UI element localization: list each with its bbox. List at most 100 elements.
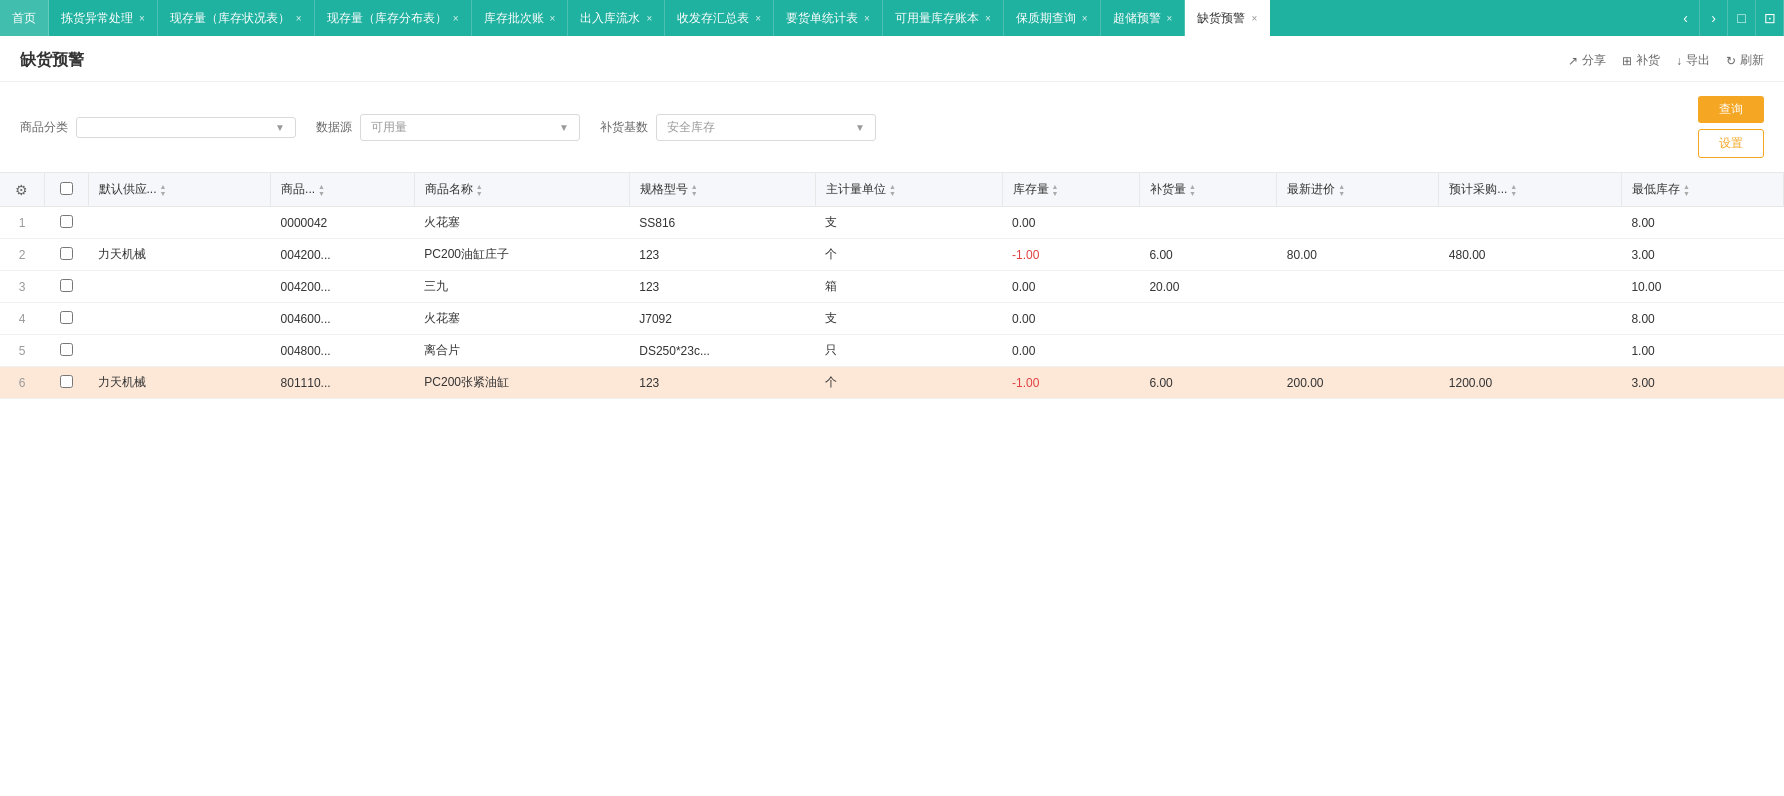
sort-product_code[interactable]: 商品...▲▼ bbox=[281, 181, 404, 198]
cell-est_purchase: 1200.00 bbox=[1439, 367, 1622, 399]
tab-inout-flow[interactable]: 出入库流水 × bbox=[568, 0, 665, 36]
cell-latest_price bbox=[1277, 207, 1439, 239]
col-header-min_inventory[interactable]: 最低库存▲▼ bbox=[1621, 173, 1783, 207]
tab-prev-btn[interactable]: ‹ bbox=[1672, 0, 1700, 36]
tab-label-abnormal: 拣货异常处理 bbox=[61, 10, 133, 27]
replenish-base-select[interactable]: 安全库存 ▼ bbox=[656, 114, 876, 141]
setting-button[interactable]: 设置 bbox=[1698, 129, 1764, 158]
tab-home[interactable]: 首页 bbox=[0, 0, 49, 36]
tab-abnormal[interactable]: 拣货异常处理 × bbox=[49, 0, 158, 36]
col-header-default_supplier[interactable]: 默认供应...▲▼ bbox=[88, 173, 271, 207]
cell-min_inventory: 3.00 bbox=[1621, 367, 1783, 399]
sort-min_inventory[interactable]: 最低库存▲▼ bbox=[1632, 181, 1773, 198]
tab-inventory-dist[interactable]: 现存量（库存分布表）× bbox=[315, 0, 472, 36]
row-checkbox-4[interactable] bbox=[60, 311, 73, 324]
row-checkbox-2[interactable] bbox=[60, 247, 73, 260]
col-header-replenish_qty[interactable]: 补货量▲▼ bbox=[1139, 173, 1276, 207]
col-label-product_name: 商品名称 bbox=[425, 181, 473, 198]
refresh-button[interactable]: ↻ 刷新 bbox=[1726, 52, 1764, 69]
tab-batch-account[interactable]: 库存批次账 × bbox=[472, 0, 569, 36]
sort-icon-product_code: ▲▼ bbox=[318, 183, 325, 197]
row-checkbox-1[interactable] bbox=[60, 215, 73, 228]
datasource-value: 可用量 bbox=[371, 119, 407, 136]
tab-window-btn[interactable]: □ bbox=[1728, 0, 1756, 36]
page-title: 缺货预警 bbox=[20, 50, 84, 71]
tab-label-receive-send: 收发存汇总表 bbox=[677, 10, 749, 27]
col-label-est_purchase: 预计采购... bbox=[1449, 181, 1507, 198]
tab-close-available-ledger[interactable]: × bbox=[985, 13, 991, 24]
row-checkbox-6[interactable] bbox=[60, 375, 73, 388]
tab-close-batch-account[interactable]: × bbox=[550, 13, 556, 24]
sort-inventory[interactable]: 库存量▲▼ bbox=[1013, 181, 1129, 198]
tab-label-home: 首页 bbox=[12, 10, 36, 27]
tab-fullscreen-btn[interactable]: ⊡ bbox=[1756, 0, 1784, 36]
tab-demand-stats[interactable]: 要货单统计表× bbox=[774, 0, 883, 36]
cell-product_name: PC200张紧油缸 bbox=[414, 367, 629, 399]
cell-est_purchase bbox=[1439, 207, 1622, 239]
tab-label-inout-flow: 出入库流水 bbox=[580, 10, 640, 27]
select-all-checkbox[interactable] bbox=[60, 182, 73, 195]
tab-label-available-ledger: 可用量库存账本 bbox=[895, 10, 979, 27]
query-button[interactable]: 查询 bbox=[1698, 96, 1764, 123]
cell-spec: J7092 bbox=[629, 303, 815, 335]
tab-receive-send[interactable]: 收发存汇总表 × bbox=[665, 0, 774, 36]
cell-replenish_qty bbox=[1139, 303, 1276, 335]
sort-spec[interactable]: 规格型号▲▼ bbox=[640, 181, 805, 198]
col-header-unit[interactable]: 主计量单位▲▼ bbox=[815, 173, 1002, 207]
tab-available-ledger[interactable]: 可用量库存账本 × bbox=[883, 0, 1004, 36]
replenish-button[interactable]: ⊞ 补货 bbox=[1622, 52, 1660, 69]
col-label-default_supplier: 默认供应... bbox=[99, 181, 157, 198]
row-checkbox-3[interactable] bbox=[60, 279, 73, 292]
cell-product_code: 004200... bbox=[271, 271, 415, 303]
replenish-base-filter-group: 补货基数 安全库存 ▼ bbox=[600, 114, 876, 141]
col-label-min_inventory: 最低库存 bbox=[1632, 181, 1680, 198]
sort-est_purchase[interactable]: 预计采购...▲▼ bbox=[1449, 181, 1611, 198]
tab-close-shortage-warn[interactable]: × bbox=[1251, 13, 1257, 24]
tab-shortage-warn[interactable]: 缺货预警× bbox=[1185, 0, 1270, 36]
replenish-base-label: 补货基数 bbox=[600, 119, 648, 136]
tab-close-demand-stats[interactable]: × bbox=[864, 13, 870, 24]
col-label-inventory: 库存量 bbox=[1013, 181, 1049, 198]
sort-latest_price[interactable]: 最新进价▲▼ bbox=[1287, 181, 1428, 198]
col-header-latest_price[interactable]: 最新进价▲▼ bbox=[1277, 173, 1439, 207]
col-header-inventory[interactable]: 库存量▲▼ bbox=[1002, 173, 1139, 207]
sort-replenish_qty[interactable]: 补货量▲▼ bbox=[1150, 181, 1266, 198]
sort-product_name[interactable]: 商品名称▲▼ bbox=[425, 181, 619, 198]
tab-close-inventory-status[interactable]: × bbox=[296, 13, 302, 24]
tab-close-expiry-query[interactable]: × bbox=[1082, 13, 1088, 24]
col-header-spec[interactable]: 规格型号▲▼ bbox=[629, 173, 815, 207]
sort-default_supplier[interactable]: 默认供应...▲▼ bbox=[99, 181, 261, 198]
category-select[interactable]: ▼ bbox=[76, 117, 296, 138]
row-checkbox-5[interactable] bbox=[60, 343, 73, 356]
cell-product_code: 004200... bbox=[271, 239, 415, 271]
tab-inventory-status[interactable]: 现存量（库存状况表）× bbox=[158, 0, 315, 36]
datasource-select[interactable]: 可用量 ▼ bbox=[360, 114, 580, 141]
tab-close-overstock-warn[interactable]: × bbox=[1167, 13, 1173, 24]
col-header-product_code[interactable]: 商品...▲▼ bbox=[271, 173, 415, 207]
tab-close-receive-send[interactable]: × bbox=[755, 13, 761, 24]
col-header-est_purchase[interactable]: 预计采购...▲▼ bbox=[1439, 173, 1622, 207]
cell-est_purchase: 480.00 bbox=[1439, 239, 1622, 271]
tab-close-inout-flow[interactable]: × bbox=[646, 13, 652, 24]
cell-spec: SS816 bbox=[629, 207, 815, 239]
cell-min_inventory: 1.00 bbox=[1621, 335, 1783, 367]
tab-next-btn[interactable]: › bbox=[1700, 0, 1728, 36]
col-header-product_name[interactable]: 商品名称▲▼ bbox=[414, 173, 629, 207]
cell-latest_price: 200.00 bbox=[1277, 367, 1439, 399]
export-button[interactable]: ↓ 导出 bbox=[1676, 52, 1710, 69]
tab-overstock-warn[interactable]: 超储预警× bbox=[1101, 0, 1186, 36]
share-button[interactable]: ↗ 分享 bbox=[1568, 52, 1606, 69]
tab-close-abnormal[interactable]: × bbox=[139, 13, 145, 24]
tab-close-inventory-dist[interactable]: × bbox=[453, 13, 459, 24]
cell-inventory: -1.00 bbox=[1002, 239, 1139, 271]
tab-expiry-query[interactable]: 保质期查询× bbox=[1004, 0, 1101, 36]
cell-replenish_qty: 20.00 bbox=[1139, 271, 1276, 303]
tab-label-batch-account: 库存批次账 bbox=[484, 10, 544, 27]
cell-est_purchase bbox=[1439, 271, 1622, 303]
table-row: 10000042火花塞SS816支0.008.00 bbox=[0, 207, 1784, 239]
cell-product_code: 801110... bbox=[271, 367, 415, 399]
sort-unit[interactable]: 主计量单位▲▼ bbox=[826, 181, 992, 198]
gear-icon[interactable]: ⚙ bbox=[15, 182, 28, 198]
cell-unit: 支 bbox=[815, 303, 1002, 335]
cell-default_supplier: 力天机械 bbox=[88, 367, 271, 399]
